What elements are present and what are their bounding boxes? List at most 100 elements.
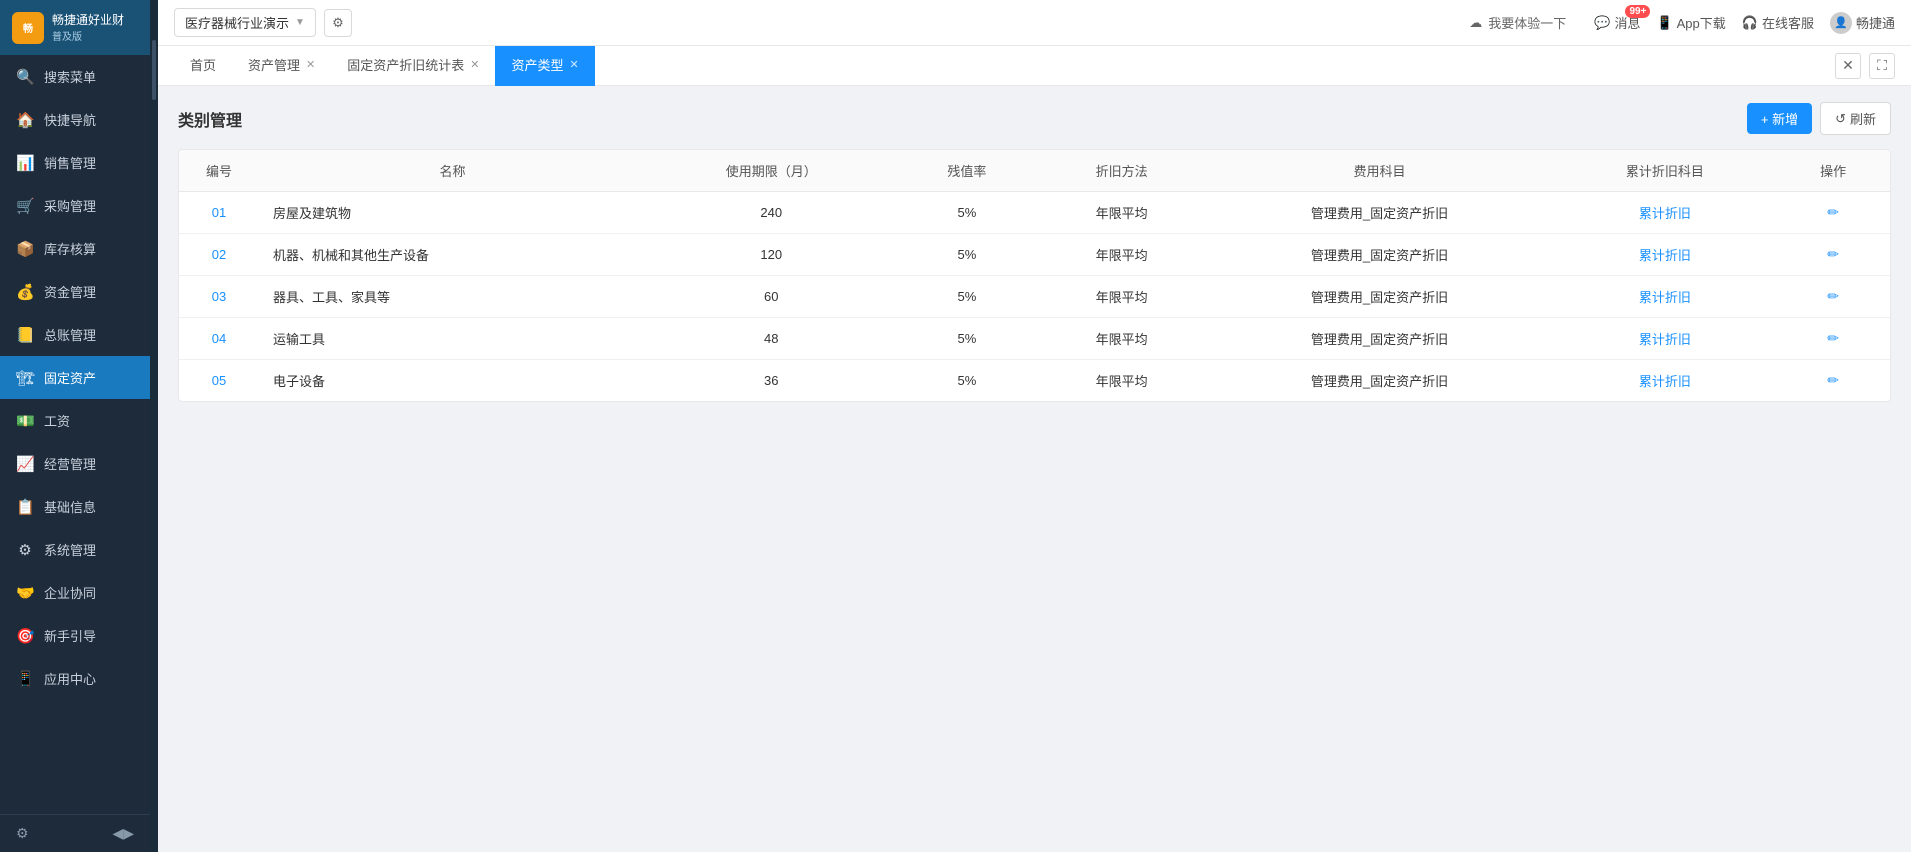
edit-icon[interactable]: ✏: [1827, 246, 1839, 262]
table-row: 05 电子设备 36 5% 年限平均 管理费用_固定资产折旧 累计折旧 ✏: [179, 360, 1890, 402]
tab-asset-management-label: 资产管理: [248, 55, 300, 74]
col-id: 编号: [179, 150, 259, 192]
cell-accumulated: 累计折旧: [1553, 234, 1776, 276]
collapse-icon[interactable]: ◀▶: [112, 825, 134, 842]
module-dropdown-icon: ▼: [295, 17, 305, 28]
refresh-icon: ↺: [1835, 111, 1846, 127]
close-window-button[interactable]: ✕: [1835, 53, 1861, 79]
sidebar-item-search[interactable]: 🔍 搜索菜单: [0, 55, 150, 98]
cell-residual: 5%: [896, 276, 1037, 318]
topbar-right-actions: 💬 消息 99+ 📱 App下载 🎧 在线客服 👤 畅捷通: [1594, 12, 1895, 34]
tab-depreciation-close[interactable]: ✕: [470, 58, 479, 71]
cell-residual: 5%: [896, 318, 1037, 360]
cell-expense: 管理费用_固定资产折旧: [1206, 276, 1554, 318]
tab-home[interactable]: 首页: [174, 46, 232, 86]
cell-name: 器具、工具、家具等: [259, 276, 646, 318]
experience-icon: ☁: [1469, 15, 1482, 31]
refresh-button[interactable]: ↺ 刷新: [1820, 102, 1891, 135]
sidebar-item-ledger[interactable]: 📒 总账管理: [0, 313, 150, 356]
table-body: 01 房屋及建筑物 240 5% 年限平均 管理费用_固定资产折旧 累计折旧 ✏…: [179, 192, 1890, 402]
module-label: 医疗器械行业演示: [185, 13, 289, 32]
sidebar-item-shortcut[interactable]: 🏠 快捷导航: [0, 98, 150, 141]
cell-id: 05: [179, 360, 259, 402]
cell-accumulated: 累计折旧: [1553, 192, 1776, 234]
sidebar-item-system[interactable]: ⚙ 系统管理: [0, 528, 150, 571]
sidebar-item-operation[interactable]: 📈 经营管理: [0, 442, 150, 485]
settings-icon[interactable]: ⚙: [16, 825, 29, 842]
operation-icon: 📈: [16, 455, 34, 473]
edit-icon[interactable]: ✏: [1827, 330, 1839, 346]
cell-residual: 5%: [896, 234, 1037, 276]
sidebar-scrollbar-track[interactable]: [152, 40, 156, 100]
sidebar-item-finance[interactable]: 💰 资金管理: [0, 270, 150, 313]
cell-name: 电子设备: [259, 360, 646, 402]
experience-button[interactable]: ☁ 我要体验一下: [1469, 13, 1566, 32]
edit-icon[interactable]: ✏: [1827, 288, 1839, 304]
home-icon: 🏠: [16, 111, 34, 129]
page-header: 类别管理 + 新增 ↺ 刷新: [178, 102, 1891, 135]
bell-icon: 💬: [1594, 15, 1610, 31]
user-profile-button[interactable]: 👤 畅捷通: [1830, 12, 1895, 34]
sidebar: 畅 畅捷通好业财 普及版 🔍 搜索菜单 🏠 快捷导航 📊 销售管理 🛒 采购管理…: [0, 0, 150, 852]
tab-asset-type-close[interactable]: ✕: [570, 58, 579, 71]
sidebar-item-basic[interactable]: 📋 基础信息: [0, 485, 150, 528]
sidebar-item-guide[interactable]: 🎯 新手引导: [0, 614, 150, 657]
cell-period: 48: [646, 318, 896, 360]
cell-action: ✏: [1776, 234, 1890, 276]
tab-depreciation-label: 固定资产折旧统计表: [347, 55, 464, 74]
app-logo-icon: 畅: [12, 12, 44, 44]
app-logo-text: 畅捷通好业财 普及版: [52, 12, 124, 44]
user-avatar-icon: 👤: [1830, 12, 1852, 34]
ledger-icon: 📒: [16, 326, 34, 344]
system-icon: ⚙: [16, 541, 34, 559]
tab-depreciation-table[interactable]: 固定资产折旧统计表 ✕: [331, 46, 495, 86]
cell-action: ✏: [1776, 276, 1890, 318]
inventory-icon: 📦: [16, 240, 34, 258]
tab-asset-management[interactable]: 资产管理 ✕: [232, 46, 331, 86]
cell-name: 机器、机械和其他生产设备: [259, 234, 646, 276]
tabbar-right-actions: ✕ ⛶: [1835, 53, 1895, 79]
tab-asset-management-close[interactable]: ✕: [306, 58, 315, 71]
sidebar-item-inventory[interactable]: 📦 库存核算: [0, 227, 150, 270]
cell-residual: 5%: [896, 192, 1037, 234]
sidebar-item-app[interactable]: 📱 应用中心: [0, 657, 150, 700]
cell-period: 60: [646, 276, 896, 318]
topbar: 医疗器械行业演示 ▼ ⚙ ☁ 我要体验一下 💬 消息 99+ 📱 App下载 🎧…: [158, 0, 1911, 46]
sidebar-logo: 畅 畅捷通好业财 普及版: [0, 0, 150, 55]
module-settings-button[interactable]: ⚙: [324, 9, 352, 37]
sidebar-item-enterprise[interactable]: 🤝 企业协同: [0, 571, 150, 614]
page-content: 类别管理 + 新增 ↺ 刷新 编号 名称 使用期限（月） 残值率 折旧方法: [158, 86, 1911, 852]
app-download-button[interactable]: 📱 App下载: [1656, 13, 1725, 32]
page-actions: + 新增 ↺ 刷新: [1747, 102, 1891, 135]
module-selector[interactable]: 医疗器械行业演示 ▼: [174, 8, 316, 37]
main-area: 医疗器械行业演示 ▼ ⚙ ☁ 我要体验一下 💬 消息 99+ 📱 App下载 🎧…: [158, 0, 1911, 852]
tab-asset-type[interactable]: 资产类型 ✕: [495, 46, 594, 86]
col-residual: 残值率: [896, 150, 1037, 192]
cell-residual: 5%: [896, 360, 1037, 402]
edit-icon[interactable]: ✏: [1827, 204, 1839, 220]
data-table: 编号 名称 使用期限（月） 残值率 折旧方法 费用科目 累计折旧科目 操作 01…: [178, 149, 1891, 402]
maximize-window-button[interactable]: ⛶: [1869, 53, 1895, 79]
page-title: 类别管理: [178, 107, 242, 131]
finance-icon: 💰: [16, 283, 34, 301]
gear-icon: ⚙: [332, 15, 344, 31]
new-button[interactable]: + 新增: [1747, 103, 1812, 134]
basic-icon: 📋: [16, 498, 34, 516]
cell-action: ✏: [1776, 192, 1890, 234]
cell-action: ✏: [1776, 318, 1890, 360]
sidebar-item-sales[interactable]: 📊 销售管理: [0, 141, 150, 184]
sidebar-item-purchase[interactable]: 🛒 采购管理: [0, 184, 150, 227]
cell-period: 120: [646, 234, 896, 276]
cell-name: 房屋及建筑物: [259, 192, 646, 234]
col-period: 使用期限（月）: [646, 150, 896, 192]
notifications-button[interactable]: 💬 消息 99+: [1594, 13, 1640, 32]
sidebar-item-salary[interactable]: 💵 工资: [0, 399, 150, 442]
cell-id: 04: [179, 318, 259, 360]
purchase-icon: 🛒: [16, 197, 34, 215]
cell-id: 01: [179, 192, 259, 234]
cell-accumulated: 累计折旧: [1553, 276, 1776, 318]
online-support-button[interactable]: 🎧 在线客服: [1742, 13, 1814, 32]
sidebar-item-fixed-assets[interactable]: 🏗 固定资产: [0, 356, 150, 399]
sidebar-nav: 🔍 搜索菜单 🏠 快捷导航 📊 销售管理 🛒 采购管理 📦 库存核算 💰 资金管…: [0, 55, 150, 814]
edit-icon[interactable]: ✏: [1827, 372, 1839, 388]
